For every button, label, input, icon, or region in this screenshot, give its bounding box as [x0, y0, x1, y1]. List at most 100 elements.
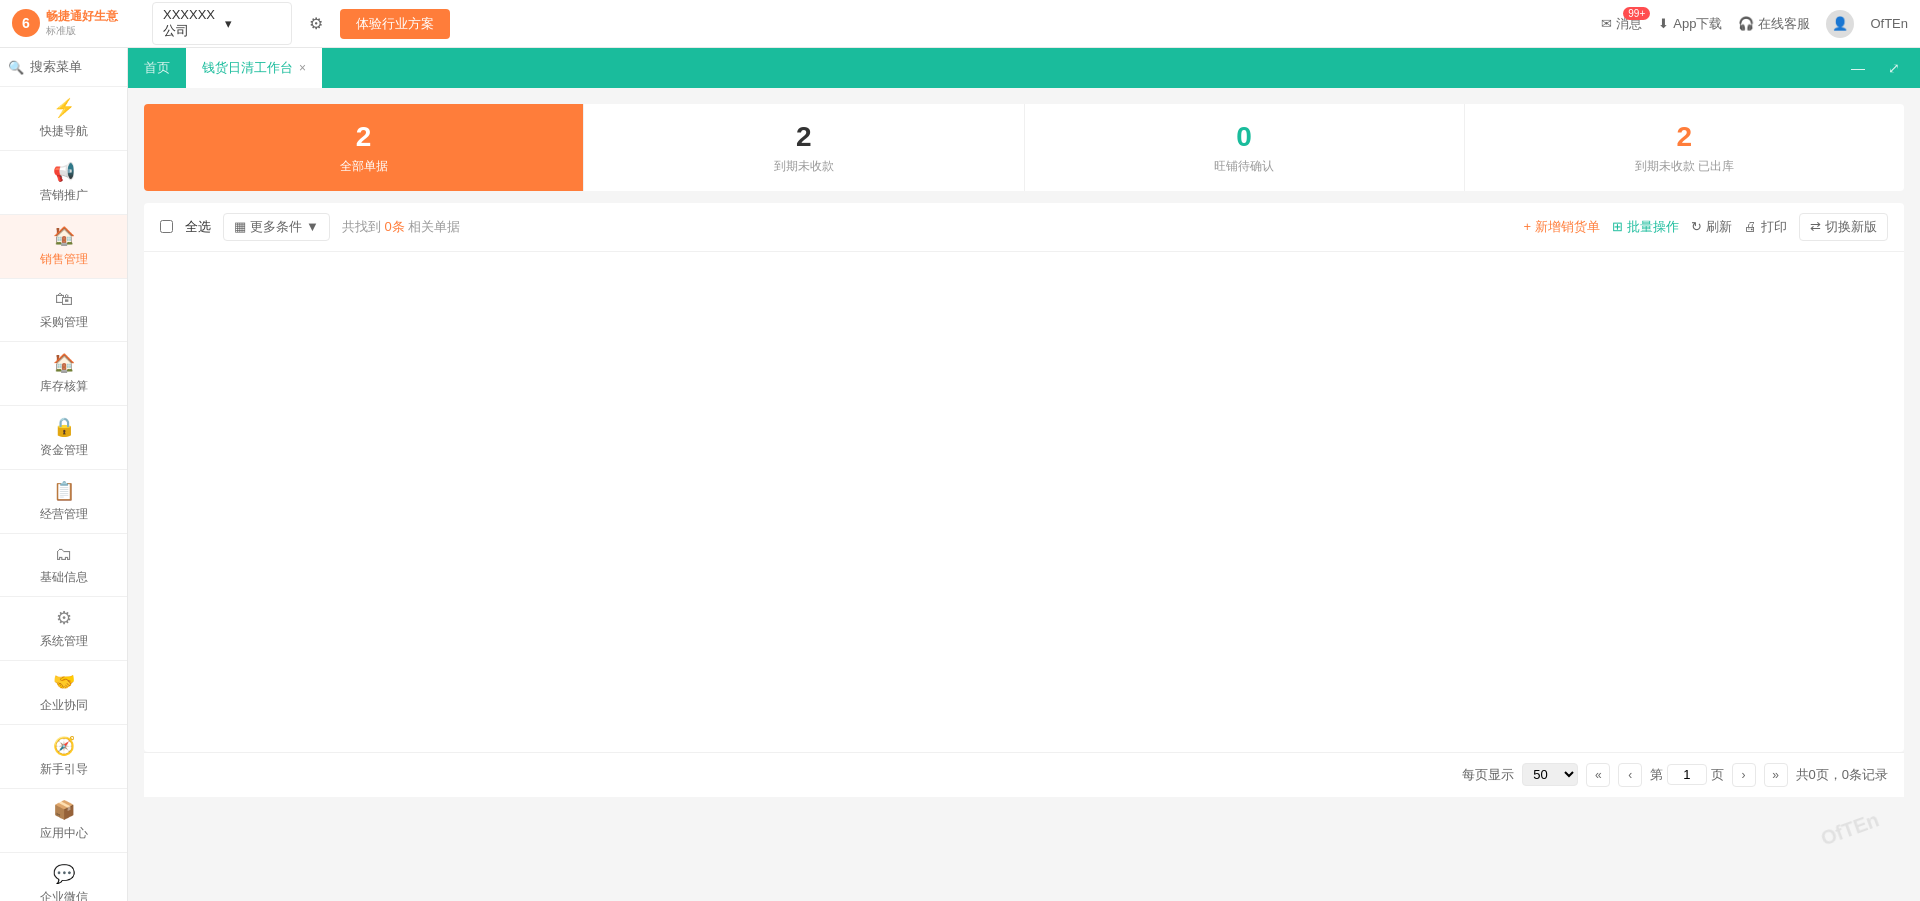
inventory-icon: 🏠 — [53, 352, 75, 374]
status-card-all[interactable]: 2 全部单据 — [144, 104, 584, 191]
refresh-label: 刷新 — [1706, 218, 1732, 236]
batch-label: 批量操作 — [1627, 218, 1679, 236]
filter-label: 更多条件 — [250, 218, 302, 236]
sales-icon: 🏠 — [53, 225, 75, 247]
switch-label: 切换新版 — [1825, 218, 1877, 236]
sidebar-item-purchase[interactable]: 🛍 采购管理 — [0, 279, 127, 342]
expand-button[interactable]: ⤢ — [1880, 54, 1908, 82]
sidebar-basic-info-label: 基础信息 — [40, 569, 88, 586]
online-service-button[interactable]: 🎧 在线客服 — [1738, 15, 1810, 33]
sidebar-finance-label: 资金管理 — [40, 442, 88, 459]
next-page-button[interactable]: › — [1732, 763, 1756, 787]
tab-home[interactable]: 首页 — [128, 48, 186, 88]
app-title: 畅捷通好生意 — [46, 9, 118, 23]
sidebar-item-app-center[interactable]: 📦 应用中心 — [0, 789, 127, 853]
sidebar-wechat-label: 企业微信 — [40, 889, 88, 901]
sidebar-system-label: 系统管理 — [40, 633, 88, 650]
nav-tabs: 首页 钱货日清工作台 × — ⤢ — [128, 48, 1920, 88]
sidebar-item-wechat[interactable]: 💬 企业微信 — [0, 853, 127, 901]
last-page-button[interactable]: » — [1764, 763, 1788, 787]
all-label: 全部单据 — [164, 158, 563, 175]
search-menu-button[interactable]: 🔍 搜索菜单 — [0, 48, 127, 87]
avatar-icon: 👤 — [1832, 16, 1848, 31]
guide-icon: 🧭 — [53, 735, 75, 757]
found-prefix: 共找到 — [342, 219, 381, 234]
toolbar: 全选 ▦ 更多条件 ▼ 共找到 0条 相关单据 + 新增销货单 ⊞ 批量操作 ↻… — [144, 203, 1904, 252]
sidebar-item-operations[interactable]: 📋 经营管理 — [0, 470, 127, 534]
filter-chevron-icon: ▼ — [306, 219, 319, 234]
sidebar-item-inventory[interactable]: 🏠 库存核算 — [0, 342, 127, 406]
tab-close-icon[interactable]: × — [299, 61, 306, 75]
company-selector[interactable]: XXXXXX公司 ▾ — [152, 2, 292, 45]
search-icon: 🔍 — [8, 60, 24, 75]
switch-version-button[interactable]: ⇄ 切换新版 — [1799, 213, 1888, 241]
page-input[interactable] — [1667, 764, 1707, 785]
total-info: 共0页，0条记录 — [1796, 766, 1888, 784]
sidebar-item-marketing[interactable]: 📢 营销推广 — [0, 151, 127, 215]
sidebar-item-quick-nav[interactable]: ⚡ 快捷导航 — [0, 87, 127, 151]
enterprise-icon: 🤝 — [53, 671, 75, 693]
message-button[interactable]: ✉ 消息 99+ — [1601, 15, 1642, 33]
minimize-button[interactable]: — — [1844, 54, 1872, 82]
prev-page-button[interactable]: ‹ — [1618, 763, 1642, 787]
purchase-icon: 🛍 — [55, 289, 73, 310]
tab-cashflow[interactable]: 钱货日清工作台 × — [186, 48, 322, 88]
system-icon: ⚙ — [56, 607, 72, 629]
sidebar-item-guide[interactable]: 🧭 新手引导 — [0, 725, 127, 789]
sidebar-enterprise-label: 企业协同 — [40, 697, 88, 714]
page-size-select[interactable]: 50 10 20 100 — [1522, 763, 1578, 786]
top-header: 6 畅捷通好生意 标准版 XXXXXX公司 ▾ ⚙ 体验行业方案 ✉ 消息 99… — [0, 0, 1920, 48]
filter-button[interactable]: ▦ 更多条件 ▼ — [223, 213, 330, 241]
refresh-icon: ↻ — [1691, 219, 1702, 234]
header-right: ✉ 消息 99+ ⬇ App下载 🎧 在线客服 👤 OfTEn — [1601, 10, 1908, 38]
sidebar: 🔍 搜索菜单 ⚡ 快捷导航 📢 营销推广 🏠 销售管理 🛍 采购管理 🏠 库存核… — [0, 0, 128, 901]
add-label: 新增销货单 — [1535, 218, 1600, 236]
overdue-label: 到期未收款 — [604, 158, 1003, 175]
status-card-overdue[interactable]: 2 到期未收款 — [584, 104, 1024, 191]
sidebar-item-finance[interactable]: 🔒 资金管理 — [0, 406, 127, 470]
sidebar-quick-nav-label: 快捷导航 — [40, 123, 88, 140]
sidebar-item-system[interactable]: ⚙ 系统管理 — [0, 597, 127, 661]
app-download-button[interactable]: ⬇ App下载 — [1658, 15, 1722, 33]
refresh-button[interactable]: ↻ 刷新 — [1691, 218, 1732, 236]
pending-count: 0 — [1045, 120, 1444, 154]
operations-icon: 📋 — [53, 480, 75, 502]
sidebar-item-enterprise[interactable]: 🤝 企业协同 — [0, 661, 127, 725]
add-sales-order-button[interactable]: + 新增销货单 — [1523, 218, 1600, 236]
print-button[interactable]: 🖨 打印 — [1744, 218, 1787, 236]
batch-icon: ⊞ — [1612, 219, 1623, 234]
logo-icon: 6 — [12, 9, 40, 37]
marketing-icon: 📢 — [53, 161, 75, 183]
sidebar-purchase-label: 采购管理 — [40, 314, 88, 331]
sidebar-item-sales[interactable]: 🏠 销售管理 — [0, 215, 127, 279]
logo-area: 6 畅捷通好生意 标准版 — [12, 9, 140, 37]
message-badge: 99+ — [1623, 7, 1650, 20]
first-page-button[interactable]: « — [1586, 763, 1610, 787]
status-card-pending[interactable]: 0 旺铺待确认 — [1025, 104, 1465, 191]
switch-icon: ⇄ — [1810, 219, 1821, 234]
page-size-label: 每页显示 — [1462, 766, 1514, 784]
select-all-label: 全选 — [185, 218, 211, 236]
download-icon: ⬇ — [1658, 16, 1669, 31]
batch-operation-button[interactable]: ⊞ 批量操作 — [1612, 218, 1679, 236]
pagination: 每页显示 50 10 20 100 « ‹ 第 页 › » 共0页，0条记录 — [144, 752, 1904, 797]
wechat-icon: 💬 — [53, 863, 75, 885]
avatar[interactable]: 👤 — [1826, 10, 1854, 38]
overdue-out-count: 2 — [1485, 120, 1884, 154]
page-label: 第 — [1650, 767, 1663, 782]
trial-button[interactable]: 体验行业方案 — [340, 9, 450, 39]
message-icon: ✉ — [1601, 16, 1612, 31]
add-icon: + — [1523, 219, 1531, 234]
user-name: OfTEn — [1870, 16, 1908, 31]
tab-home-label: 首页 — [144, 59, 170, 77]
app-center-icon: 📦 — [53, 799, 75, 821]
pending-label: 旺铺待确认 — [1045, 158, 1444, 175]
select-all-checkbox[interactable] — [160, 220, 173, 233]
sidebar-item-basic-info[interactable]: 🗂 基础信息 — [0, 534, 127, 597]
status-card-overdue-out[interactable]: 2 到期未收款 已出库 — [1465, 104, 1904, 191]
found-count: 0条 — [385, 219, 405, 234]
main-content: 2 全部单据 2 到期未收款 0 旺铺待确认 2 到期未收款 已出库 全选 ▦ … — [128, 88, 1920, 901]
headset-icon: 🎧 — [1738, 16, 1754, 31]
search-menu-label: 搜索菜单 — [30, 58, 82, 76]
settings-button[interactable]: ⚙ — [300, 8, 332, 40]
